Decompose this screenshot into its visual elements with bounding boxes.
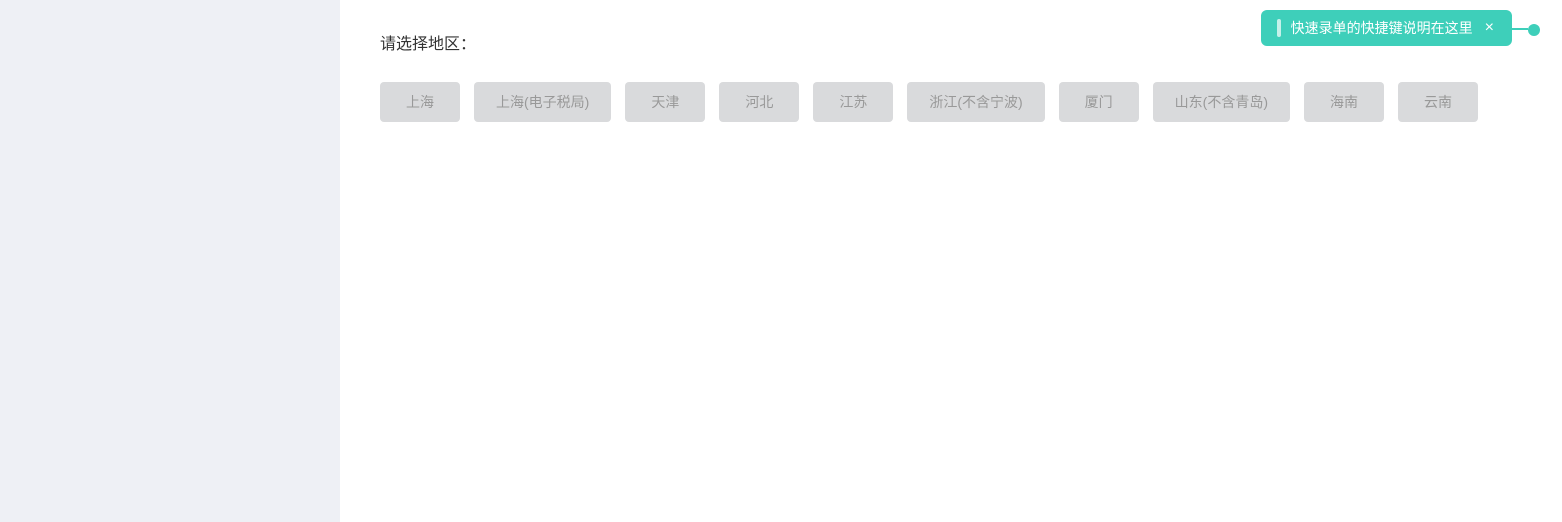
tooltip-close-button[interactable]: ×: [1483, 20, 1496, 36]
region-button-tianjin[interactable]: 天津: [625, 82, 705, 122]
left-sidebar: [0, 0, 340, 522]
region-button-shanghai-etax[interactable]: 上海(电子税局): [474, 82, 611, 122]
tooltip-connector-dot: [1528, 24, 1540, 36]
region-button-xiamen[interactable]: 厦门: [1059, 82, 1139, 122]
region-button-hainan[interactable]: 海南: [1304, 82, 1384, 122]
region-button-zhejiang[interactable]: 浙江(不含宁波): [907, 82, 1044, 122]
tooltip-bar: [1277, 19, 1281, 37]
tooltip-connector-line: [1510, 28, 1528, 30]
region-buttons: 上海上海(电子税局) 天津河北江苏浙江(不含宁波) 厦门山东(不含青岛) 海南云南: [380, 82, 1522, 122]
region-button-hebei[interactable]: 河北: [719, 82, 799, 122]
tooltip-text: 快速录单的快捷键说明在这里: [1291, 18, 1473, 38]
region-button-yunnan[interactable]: 云南: [1398, 82, 1478, 122]
region-button-shandong[interactable]: 山东(不含青岛): [1153, 82, 1290, 122]
main-content: 请选择地区： 上海上海(电子税局)天津河北江苏浙江(不含宁波)厦门山东(不含青岛…: [340, 0, 1562, 522]
region-button-jiangsu[interactable]: 江苏: [813, 82, 893, 122]
region-button-shanghai[interactable]: 上海: [380, 82, 460, 122]
tooltip-banner: 快速录单的快捷键说明在这里 ×: [1261, 10, 1512, 46]
